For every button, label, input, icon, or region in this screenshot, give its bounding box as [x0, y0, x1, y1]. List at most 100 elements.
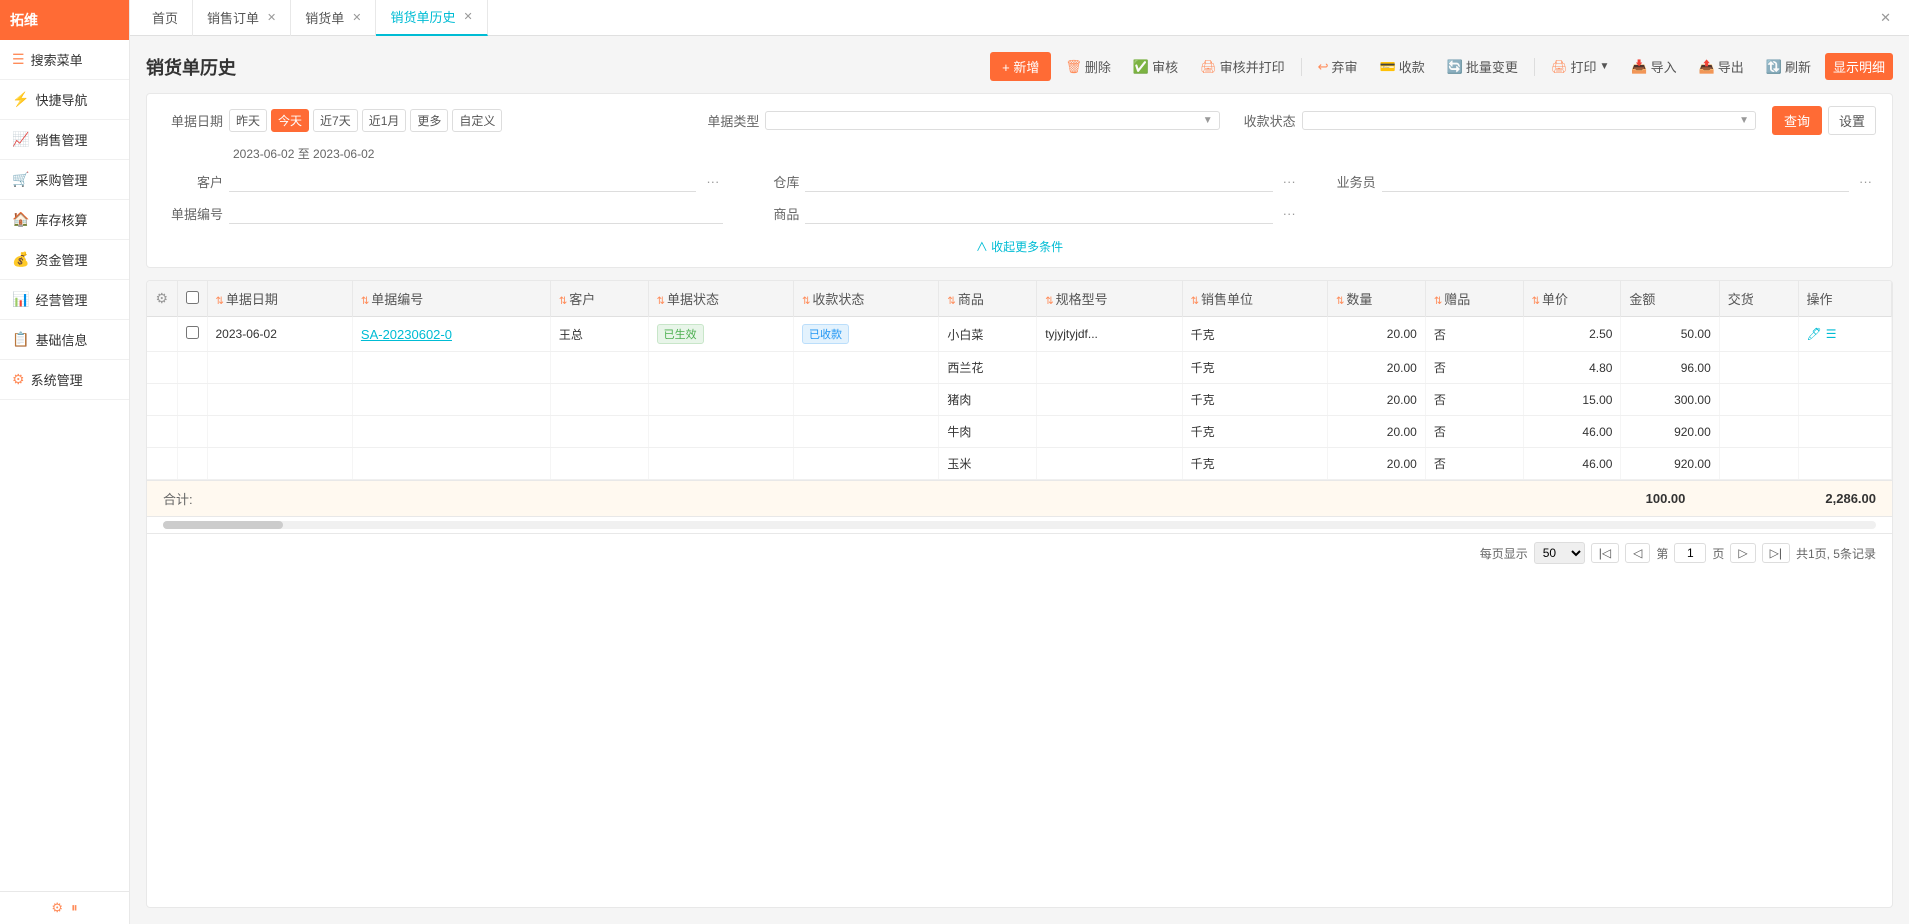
abandon-icon: ↩: [1318, 59, 1329, 75]
warehouse-dots-icon[interactable]: ···: [1279, 172, 1300, 191]
next-page-button[interactable]: ▷: [1730, 543, 1755, 563]
finance-icon: 💰: [12, 251, 29, 268]
td-checkbox-1[interactable]: [177, 352, 207, 384]
page-number-input[interactable]: [1674, 543, 1706, 563]
th-spec[interactable]: ⇅规格型号: [1037, 281, 1182, 317]
sidebar-item-base-info[interactable]: 📋 基础信息: [0, 320, 129, 360]
th-goods[interactable]: ⇅商品: [939, 281, 1037, 317]
new-button[interactable]: + 新增: [990, 52, 1051, 81]
edit-op-button[interactable]: 🖊: [1807, 327, 1822, 341]
td-qty-2: 20.00: [1328, 384, 1426, 416]
tab-sales-delivery[interactable]: 销货单 ✕: [291, 0, 376, 36]
scroll-thumb[interactable]: [163, 521, 283, 529]
customer-input[interactable]: [229, 170, 696, 192]
doc-no-link[interactable]: SA-20230602-0: [361, 327, 452, 342]
th-doc-no[interactable]: ⇅单据编号: [352, 281, 550, 317]
warehouse-label: 仓库: [739, 172, 799, 191]
sort-unit-icon: ⇅: [1191, 296, 1199, 307]
salesperson-dots-icon[interactable]: ···: [1855, 172, 1876, 191]
select-all-checkbox[interactable]: [186, 291, 199, 304]
sidebar-item-sales-mgmt[interactable]: 📈 销售管理: [0, 120, 129, 160]
page-label: 第: [1656, 545, 1668, 562]
td-goods-0: 小白菜: [939, 317, 1037, 352]
th-unit-price[interactable]: ⇅单价: [1523, 281, 1621, 317]
sort-qty-icon: ⇅: [1336, 296, 1344, 307]
date-btn-today[interactable]: 今天: [271, 109, 309, 132]
import-button[interactable]: 📥 导入: [1623, 53, 1684, 80]
sidebar-collapse-icon[interactable]: ⏸: [71, 900, 78, 916]
print-button[interactable]: 🖨 打印 ▼: [1543, 53, 1617, 80]
sidebar-item-purchase-mgmt[interactable]: 🛒 采购管理: [0, 160, 129, 200]
th-checkbox[interactable]: [177, 281, 207, 317]
goods-input[interactable]: [805, 202, 1272, 224]
th-qty[interactable]: ⇅数量: [1328, 281, 1426, 317]
th-customer[interactable]: ⇅客户: [550, 281, 648, 317]
sidebar-item-quick-nav[interactable]: ⚡ 快捷导航: [0, 80, 129, 120]
query-button[interactable]: 查询: [1772, 106, 1822, 135]
tab-sales-order[interactable]: 销售订单 ✕: [193, 0, 291, 36]
customer-dots-icon[interactable]: ···: [702, 172, 723, 191]
date-btn-7days[interactable]: 近7天: [313, 109, 358, 132]
last-page-button[interactable]: ▷|: [1762, 543, 1790, 563]
refresh-button[interactable]: 🔃 刷新: [1758, 53, 1819, 80]
td-unit-2: 千克: [1182, 384, 1327, 416]
settings-gear-icon[interactable]: ⚙: [155, 290, 168, 306]
doc-type-select[interactable]: ▼: [765, 111, 1219, 130]
sidebar-item-label: 库存核算: [35, 210, 87, 229]
docno-input[interactable]: [229, 202, 723, 224]
tab-sales-order-close[interactable]: ✕: [267, 11, 276, 24]
sidebar-item-label: 系统管理: [31, 370, 83, 389]
tab-sales-delivery-close[interactable]: ✕: [352, 11, 361, 24]
tab-home[interactable]: 首页: [138, 0, 193, 36]
date-btn-more[interactable]: 更多: [410, 109, 448, 132]
export-button[interactable]: 📤 导出: [1691, 53, 1752, 80]
th-gift[interactable]: ⇅赠品: [1425, 281, 1523, 317]
audit-print-button[interactable]: 🖨 审核并打印: [1192, 53, 1293, 80]
audit-button[interactable]: ✅ 审核: [1125, 53, 1186, 80]
sidebar-item-finance[interactable]: 💰 资金管理: [0, 240, 129, 280]
td-checkbox-3[interactable]: [177, 416, 207, 448]
td-checkbox-2[interactable]: [177, 384, 207, 416]
collapse-row[interactable]: ∧ 收起更多条件: [163, 234, 1876, 255]
date-btn-yesterday[interactable]: 昨天: [229, 109, 267, 132]
goods-dots-icon[interactable]: ···: [1279, 204, 1300, 223]
td-checkbox-0[interactable]: [177, 317, 207, 352]
td-checkbox-4[interactable]: [177, 448, 207, 480]
date-btn-1month[interactable]: 近1月: [362, 109, 407, 132]
batch-change-button[interactable]: 🔄 批量变更: [1439, 53, 1526, 80]
td-docno-2: [352, 384, 550, 416]
salesperson-input[interactable]: [1382, 170, 1849, 192]
abandon-button[interactable]: ↩ 弃审: [1310, 53, 1366, 80]
tab-sales-history[interactable]: 销货单历史 ✕: [376, 0, 487, 36]
sidebar-item-search-menu[interactable]: ☰ 搜索菜单: [0, 40, 129, 80]
more-op-button[interactable]: ☰: [1826, 327, 1837, 341]
sidebar-item-operations[interactable]: 📊 经营管理: [0, 280, 129, 320]
sidebar-item-inventory[interactable]: 🏠 库存核算: [0, 200, 129, 240]
docno-label: 单据编号: [163, 204, 223, 223]
first-page-button[interactable]: |◁: [1591, 543, 1619, 563]
td-date-3: [207, 416, 352, 448]
th-settings[interactable]: ⚙: [147, 281, 177, 317]
settings-button[interactable]: 设置: [1828, 106, 1876, 135]
collect-button[interactable]: 💳 收款: [1372, 53, 1433, 80]
th-unit[interactable]: ⇅销售单位: [1182, 281, 1327, 317]
show-detail-button[interactable]: 显示明细: [1825, 53, 1893, 80]
delete-button[interactable]: 🗑 删除: [1057, 53, 1119, 80]
date-btn-custom[interactable]: 自定义: [452, 109, 502, 132]
goods-label: 商品: [739, 204, 799, 223]
close-all-tabs-button[interactable]: ✕: [1870, 10, 1901, 26]
warehouse-input[interactable]: [805, 170, 1272, 192]
filter-docno-item: 单据编号: [163, 202, 723, 224]
collect-status-select[interactable]: ▼: [1302, 111, 1756, 130]
tab-sales-history-close[interactable]: ✕: [464, 10, 473, 23]
th-date[interactable]: ⇅单据日期: [207, 281, 352, 317]
delete-label: 删除: [1085, 57, 1111, 76]
row-checkbox-0[interactable]: [186, 326, 199, 339]
prev-page-button[interactable]: ◁: [1625, 543, 1650, 563]
sort-gift-icon: ⇅: [1434, 296, 1442, 307]
sidebar-item-sys-mgmt[interactable]: ⚙ 系统管理: [0, 360, 129, 400]
th-doc-status[interactable]: ⇅单据状态: [648, 281, 793, 317]
per-page-select[interactable]: 50 100 200: [1534, 542, 1585, 564]
th-collect-status[interactable]: ⇅收款状态: [794, 281, 939, 317]
sidebar-settings-icon[interactable]: ⚙: [51, 900, 63, 916]
